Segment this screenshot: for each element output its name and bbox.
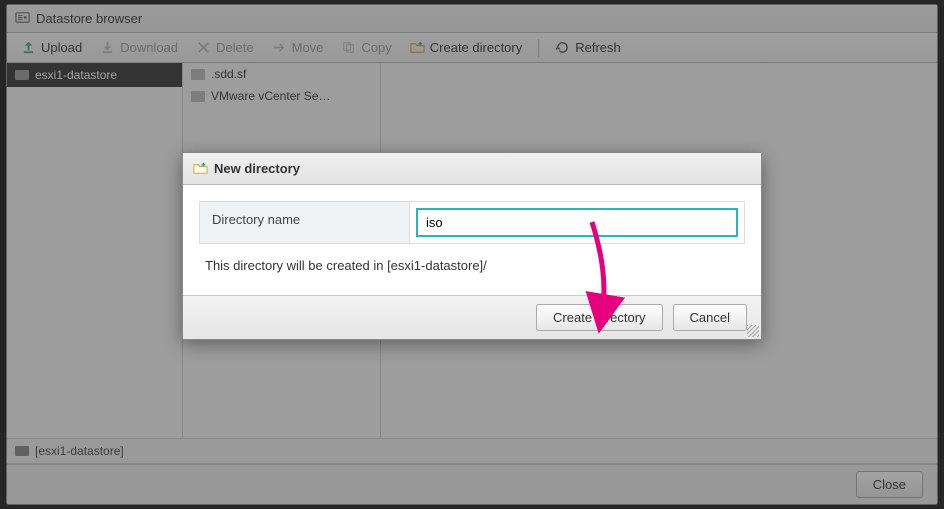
resize-grip-icon[interactable] [747, 325, 759, 337]
new-directory-dialog: New directory Directory name This direct… [182, 152, 762, 340]
directory-name-input[interactable] [416, 208, 738, 237]
new-folder-icon [193, 161, 208, 176]
dialog-info-text: This directory will be created in [esxi1… [199, 244, 745, 279]
create-directory-confirm-button[interactable]: Create directory [536, 304, 662, 331]
cancel-button[interactable]: Cancel [673, 304, 747, 331]
dialog-body: Directory name This directory will be cr… [183, 185, 761, 295]
dialog-footer: Create directory Cancel [183, 295, 761, 339]
dialog-title-bar: New directory [183, 153, 761, 185]
dialog-title: New directory [214, 161, 300, 176]
directory-name-row: Directory name [199, 201, 745, 244]
directory-name-cell [410, 202, 744, 243]
directory-name-label: Directory name [200, 202, 410, 243]
